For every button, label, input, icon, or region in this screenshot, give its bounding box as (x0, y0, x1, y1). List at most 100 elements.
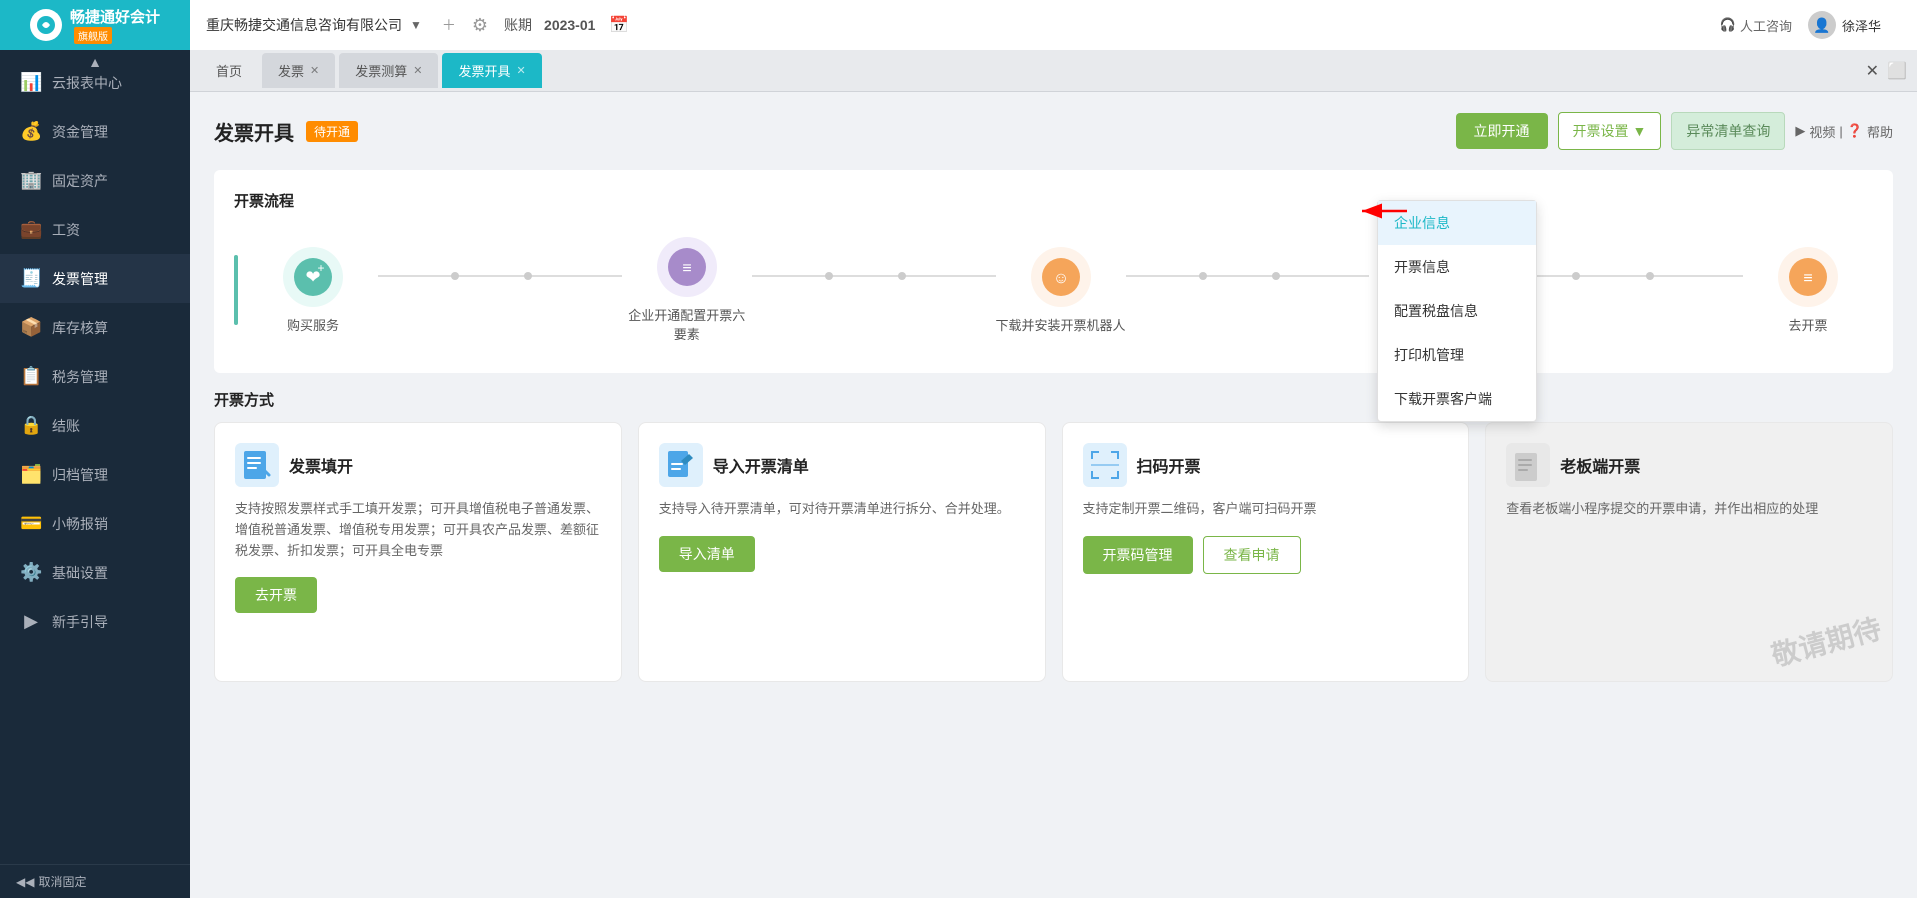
sidebar-item-salary-label: 工资 (52, 220, 80, 240)
dropdown-item-invoice-info[interactable]: 开票信息 (1378, 245, 1536, 289)
sidebar-item-tax[interactable]: 📋 税务管理 (0, 352, 190, 401)
qr-manage-button[interactable]: 开票码管理 (1083, 536, 1193, 574)
view-apply-button[interactable]: 查看申请 (1203, 536, 1301, 574)
dropdown-icon[interactable]: ▼ (410, 18, 422, 32)
connector-dot-3 (825, 272, 833, 280)
fill-invoice-button[interactable]: 去开票 (235, 577, 317, 613)
unpin-button[interactable]: ◀◀ 取消固定 (0, 864, 190, 898)
svg-text:≡: ≡ (1803, 270, 1812, 287)
tab-close-estimate[interactable]: ✕ (413, 64, 422, 77)
expense-icon: 💳 (20, 513, 42, 534)
scan-icon (1083, 443, 1127, 487)
flow-connector-2 (752, 275, 996, 277)
sidebar-item-assets[interactable]: 🏢 固定资产 (0, 156, 190, 205)
flow-connector-1 (378, 275, 622, 277)
method-card-import-header: 导入开票清单 (659, 443, 1025, 487)
methods-section-title: 开票方式 (214, 389, 1893, 410)
headset-icon: 🎧 (1720, 17, 1736, 33)
scan-card-title: 扫码开票 (1137, 453, 1201, 477)
close-tab-btn[interactable]: ✕ (1866, 61, 1879, 81)
flow-connector-3 (1126, 275, 1370, 277)
logo-area: 畅捷通好会计 旗舰版 (0, 0, 190, 50)
company-area: 重庆畅捷交通信息咨询有限公司 ▼ ＋ ⚙ 账期 2023-01 📅 🎧 人工咨询… (190, 0, 1917, 50)
dropdown-item-tax-disk[interactable]: 配置税盘信息 (1378, 289, 1536, 333)
sidebar-item-close[interactable]: 🔒 结账 (0, 401, 190, 450)
sidebar-item-invoice[interactable]: 🧾 发票管理 (0, 254, 190, 303)
close-books-icon: 🔒 (20, 415, 42, 436)
period-value: 2023-01 (544, 17, 595, 33)
scan-buttons: 开票码管理 查看申请 (1083, 536, 1449, 574)
user-name: 徐泽华 (1842, 16, 1881, 35)
funds-icon: 💰 (20, 121, 42, 142)
maximize-btn[interactable]: ⬜ (1887, 61, 1907, 81)
tab-estimate[interactable]: 发票测算 ✕ (339, 53, 438, 88)
scan-card-desc: 支持定制开票二维码，客户端可扫码开票 (1083, 499, 1449, 520)
consult-button[interactable]: 🎧 人工咨询 (1720, 16, 1792, 35)
sidebar-item-guide-label: 新手引导 (52, 612, 108, 632)
tab-close-issue[interactable]: ✕ (517, 64, 526, 77)
method-card-boss: 老板端开票 查看老板端小程序提交的开票申请，并作出相应的处理 敬请期待 (1485, 422, 1893, 682)
sidebar-item-close-label: 结账 (52, 416, 80, 436)
sidebar-item-archive[interactable]: 🗂️ 归档管理 (0, 450, 190, 499)
flow-section-title: 开票流程 (234, 190, 1873, 211)
scroll-up-btn[interactable]: ▲ (0, 50, 190, 58)
sidebar-item-reports[interactable]: 📊 云报表中心 (0, 58, 190, 107)
method-card-fill-header: 发票填开 (235, 443, 601, 487)
add-icon[interactable]: ＋ (442, 15, 456, 35)
tab-issue[interactable]: 发票开具 ✕ (442, 53, 541, 88)
activate-button[interactable]: 立即开通 (1456, 113, 1548, 149)
question-icon: ❓ (1847, 123, 1863, 139)
sidebar-item-expense-label: 小畅报销 (52, 514, 108, 534)
fill-icon (235, 443, 279, 487)
dropdown-item-client[interactable]: 下载开票客户端 (1378, 377, 1536, 421)
connector-dot-7 (1572, 272, 1580, 280)
sidebar-item-inventory[interactable]: 📦 库存核算 (0, 303, 190, 352)
connector-dot-8 (1646, 272, 1654, 280)
method-card-fill: 发票填开 支持按照发票样式手工填开发票；可开具增值税电子普通发票、增值税普通发票… (214, 422, 622, 682)
import-list-button[interactable]: 导入清单 (659, 536, 755, 572)
flow-steps: ❤ + 购买服务 (234, 227, 1873, 353)
import-icon (659, 443, 703, 487)
sidebar-item-funds[interactable]: 💰 资金管理 (0, 107, 190, 156)
period-label: 账期 (504, 15, 532, 35)
sidebar-item-archive-label: 归档管理 (52, 465, 108, 485)
flow-step-3: ☺ 下载并安装开票机器人 (996, 247, 1126, 334)
status-badge: 待开通 (306, 121, 358, 142)
fill-card-title: 发票填开 (289, 453, 353, 477)
step5-icon: ≡ (1778, 247, 1838, 307)
sidebar-item-salary[interactable]: 💼 工资 (0, 205, 190, 254)
step5-label: 去开票 (1788, 315, 1827, 334)
settings-button[interactable]: 开票设置 ▼ (1558, 112, 1662, 150)
dropdown-item-company[interactable]: 企业信息 (1378, 201, 1536, 245)
sidebar-item-expense[interactable]: 💳 小畅报销 (0, 499, 190, 548)
step3-icon: ☺ (1031, 247, 1091, 307)
tab-home[interactable]: 首页 (200, 53, 258, 88)
settings-dropdown-container: 开票设置 ▼ (1558, 112, 1662, 150)
tab-bar: 首页 发票 ✕ 发票测算 ✕ 发票开具 ✕ ✕ ⬜ (190, 50, 1917, 92)
header-right: 🎧 人工咨询 👤 徐泽华 (1700, 0, 1901, 50)
guide-icon: ▶ (20, 611, 42, 632)
exception-button[interactable]: 异常清单查询 (1671, 112, 1785, 150)
page-header: 发票开具 待开通 立即开通 开票设置 ▼ 异常清单查询 ▶ 视频 (214, 112, 1893, 150)
sidebar-item-settings-label: 基础设置 (52, 563, 108, 583)
play-icon[interactable]: ▶ (1795, 123, 1805, 139)
sidebar-item-settings[interactable]: ⚙️ 基础设置 (0, 548, 190, 597)
invoice-icon: 🧾 (20, 268, 42, 289)
flow-step-bar (234, 255, 238, 325)
svg-text:☺: ☺ (1052, 270, 1068, 287)
connector-dot-5 (1199, 272, 1207, 280)
sidebar-item-invoice-label: 发票管理 (52, 269, 108, 289)
sidebar-item-guide[interactable]: ▶ 新手引导 (0, 597, 190, 646)
tab-close-invoice[interactable]: ✕ (310, 64, 319, 77)
page-content: 发票开具 待开通 立即开通 开票设置 ▼ 异常清单查询 ▶ 视频 (190, 92, 1917, 898)
method-card-scan: 扫码开票 支持定制开票二维码，客户端可扫码开票 开票码管理 查看申请 (1062, 422, 1470, 682)
flow-section: 开票流程 ❤ + 购买服务 (214, 170, 1893, 373)
step3-label: 下载并安装开票机器人 (996, 315, 1126, 334)
sidebar-item-assets-label: 固定资产 (52, 171, 108, 191)
settings-icon[interactable]: ⚙ (472, 15, 488, 36)
calendar-icon[interactable]: 📅 (609, 15, 629, 35)
sidebar-item-tax-label: 税务管理 (52, 367, 108, 387)
dropdown-item-printer[interactable]: 打印机管理 (1378, 333, 1536, 377)
tab-invoice[interactable]: 发票 ✕ (262, 53, 335, 88)
chevron-down-icon: ▼ (1633, 123, 1647, 139)
